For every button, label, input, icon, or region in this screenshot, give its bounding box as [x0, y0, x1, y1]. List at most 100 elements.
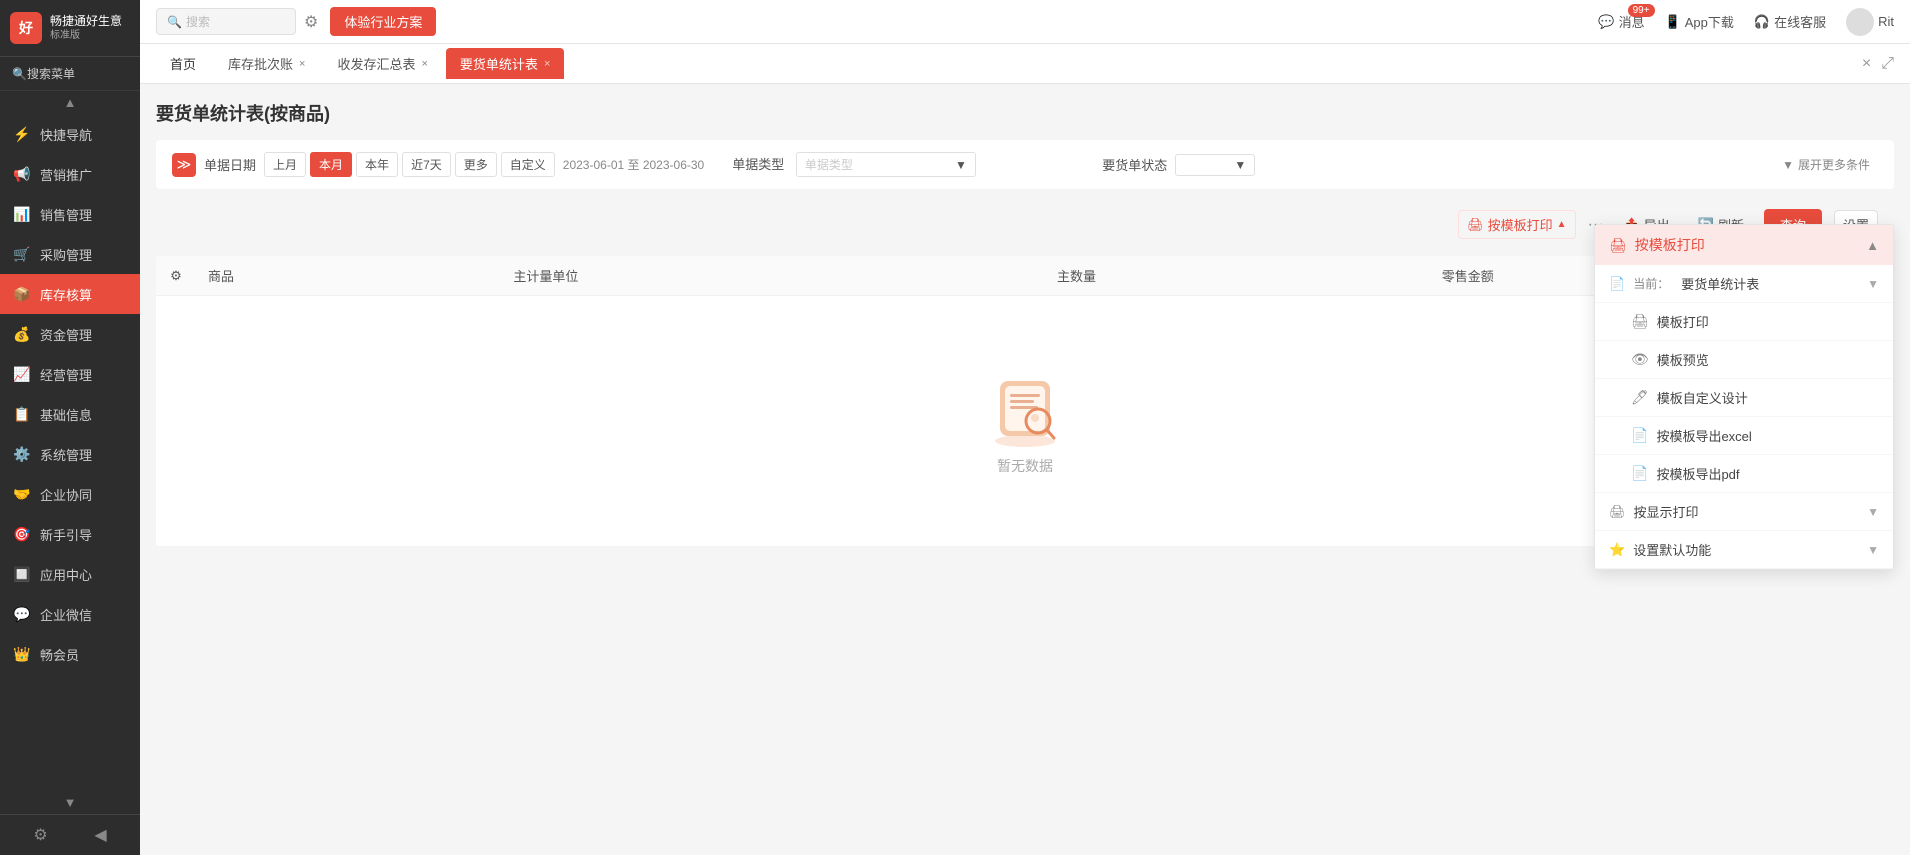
- print-chevron-icon: ▲: [1557, 219, 1567, 230]
- scroll-up-btn[interactable]: ▲: [0, 91, 140, 114]
- topbar-search[interactable]: 🔍 搜索: [156, 8, 296, 35]
- footer-collapse-btn[interactable]: ◀: [94, 825, 106, 845]
- sidebar-item-purchase[interactable]: 🛒 采购管理: [0, 234, 140, 274]
- window-resize-btn[interactable]: ⤢: [1881, 55, 1894, 73]
- message-btn[interactable]: 💬 消息 99+: [1598, 12, 1644, 31]
- member-icon: 👑: [12, 644, 32, 664]
- system-icon: ⚙️: [12, 444, 32, 464]
- sidebar-item-marketing[interactable]: 📢 营销推广: [0, 154, 140, 194]
- date-btn-7days[interactable]: 近7天: [402, 152, 451, 177]
- tab-inventory-batch[interactable]: 库存批次账 ×: [214, 48, 319, 79]
- date-btn-this-month[interactable]: 本月: [310, 152, 352, 177]
- app-icon: 📱: [1665, 14, 1681, 30]
- date-btn-last-month[interactable]: 上月: [264, 152, 306, 177]
- order-status-label: 要货单状态: [1102, 155, 1167, 174]
- expand-conditions-btn[interactable]: ▼ 展开更多条件: [1774, 153, 1878, 176]
- dropdown-item-template-preview[interactable]: 👁 模板预览: [1595, 341, 1893, 379]
- sidebar-item-guide[interactable]: 🎯 新手引导: [0, 514, 140, 554]
- template-print-icon: 🖨: [1631, 313, 1649, 330]
- finance-icon: 💰: [12, 324, 32, 344]
- tab-collect-summary[interactable]: 收发存汇总表 ×: [323, 48, 441, 79]
- order-status-chevron: ▼: [1234, 158, 1246, 172]
- current-template-chevron: ▼: [1867, 277, 1879, 291]
- dropdown-up-chevron[interactable]: ▲: [1866, 238, 1879, 253]
- tab-order-stats-close[interactable]: ×: [544, 58, 550, 70]
- empty-text: 暂无数据: [997, 456, 1053, 476]
- date-btn-more[interactable]: 更多: [455, 152, 497, 177]
- current-template-item[interactable]: 📄 当前： 要货单统计表 ▼: [1595, 265, 1893, 303]
- sidebar-item-basic[interactable]: 📋 基础信息: [0, 394, 140, 434]
- tab-inventory-batch-close[interactable]: ×: [299, 58, 305, 70]
- date-buttons: 上月 本月 本年 近7天 更多 自定义 2023-06-01 至 2023-06…: [264, 152, 704, 177]
- avatar-img: [1846, 8, 1874, 36]
- window-close-btn[interactable]: ×: [1862, 55, 1871, 73]
- sidebar-footer: ⚙ ◀: [0, 814, 140, 855]
- dropdown-section-display-print[interactable]: 🖨 按显示打印 ▼: [1595, 493, 1893, 531]
- dropdown-print-icon: 🖨: [1609, 237, 1627, 254]
- tab-order-stats[interactable]: 要货单统计表 ×: [446, 48, 564, 79]
- basic-icon: 📋: [12, 404, 32, 424]
- logo-icon: 好: [10, 12, 42, 44]
- date-btn-this-year[interactable]: 本年: [356, 152, 398, 177]
- filter-bar: ≫ 单据日期 上月 本月 本年 近7天 更多 自定义 2023-06-01 至 …: [156, 140, 1894, 189]
- tab-collect-summary-close[interactable]: ×: [421, 58, 427, 70]
- sidebar-item-member[interactable]: 👑 畅会员: [0, 634, 140, 674]
- sidebar-item-quick-nav[interactable]: ⚡ 快捷导航: [0, 114, 140, 154]
- scroll-down-btn[interactable]: ▼: [0, 791, 140, 814]
- dropdown-item-template-design[interactable]: 🖊 模板自定义设计: [1595, 379, 1893, 417]
- sidebar-item-apps[interactable]: 🔲 应用中心: [0, 554, 140, 594]
- collab-icon: 🤝: [12, 484, 32, 504]
- inventory-icon: 📦: [12, 284, 32, 304]
- col-goods: 商品: [196, 256, 501, 296]
- dropdown-item-template-print[interactable]: 🖨 模板打印: [1595, 303, 1893, 341]
- search-icon: 🔍: [12, 67, 27, 81]
- order-type-select[interactable]: 单据类型 ▼: [796, 152, 976, 177]
- sidebar-item-sales[interactable]: 📊 销售管理: [0, 194, 140, 234]
- filter-toggle-btn[interactable]: ≫: [172, 153, 196, 177]
- dropdown-item-template-export-pdf[interactable]: 📄 按模板导出pdf: [1595, 455, 1893, 493]
- display-print-chevron: ▼: [1867, 505, 1879, 519]
- print-btn[interactable]: 🖨 按模板打印 ▲: [1458, 210, 1575, 239]
- expand-icon: ▼: [1782, 158, 1794, 172]
- marketing-icon: 📢: [12, 164, 32, 184]
- app-download-btn[interactable]: 📱 App下载: [1665, 12, 1734, 31]
- online-service-btn[interactable]: 🎧 在线客服: [1754, 12, 1826, 31]
- sidebar-item-collab[interactable]: 🤝 企业协同: [0, 474, 140, 514]
- sidebar-menu: ⚡ 快捷导航 📢 营销推广 📊 销售管理 🛒 采购管理 📦 库存核算 💰 资金管…: [0, 114, 140, 791]
- dropdown-title-area: 🖨 按模板打印: [1609, 235, 1705, 255]
- user-avatar[interactable]: Rit: [1846, 8, 1894, 36]
- operation-icon: 📈: [12, 364, 32, 384]
- sidebar-item-inventory[interactable]: 📦 库存核算: [0, 274, 140, 314]
- order-status-select[interactable]: ▼: [1175, 154, 1255, 176]
- export-excel-icon: 📄: [1631, 427, 1648, 444]
- wechat-icon: 💬: [12, 604, 32, 624]
- sidebar-item-operation[interactable]: 📈 经营管理: [0, 354, 140, 394]
- trial-button[interactable]: 体验行业方案: [330, 7, 436, 36]
- topbar-right: 💬 消息 99+ 📱 App下载 🎧 在线客服 Rit: [1598, 8, 1894, 36]
- sidebar-item-finance[interactable]: 💰 资金管理: [0, 314, 140, 354]
- export-pdf-icon: 📄: [1631, 465, 1648, 482]
- main-area: 🔍 搜索 ⚙ 体验行业方案 💬 消息 99+ 📱 App下载 🎧 在线客服 Ri…: [140, 0, 1910, 855]
- footer-settings-btn[interactable]: ⚙: [33, 825, 47, 845]
- page-title: 要货单统计表(按商品): [156, 100, 1894, 126]
- date-btn-custom[interactable]: 自定义: [501, 152, 555, 177]
- sidebar-item-system[interactable]: ⚙️ 系统管理: [0, 434, 140, 474]
- dropdown-section-set-default[interactable]: ⭐ 设置默认功能 ▼: [1595, 531, 1893, 569]
- purchase-icon: 🛒: [12, 244, 32, 264]
- template-preview-icon: 👁: [1631, 351, 1649, 368]
- topbar-search-icon: 🔍: [167, 15, 182, 29]
- content-area: 要货单统计表(按商品) ≫ 单据日期 上月 本月 本年 近7天 更多 自定义 2…: [140, 84, 1910, 855]
- sidebar-item-wechat[interactable]: 💬 企业微信: [0, 594, 140, 634]
- service-icon: 🎧: [1754, 14, 1770, 30]
- order-type-label: 单据类型: [732, 157, 784, 172]
- order-type-chevron: ▼: [955, 158, 967, 172]
- logo-area: 好 畅捷通好生意 标准版: [0, 0, 140, 57]
- date-range-display: 2023-06-01 至 2023-06-30: [563, 156, 704, 173]
- apps-icon: 🔲: [12, 564, 32, 584]
- logo-text: 畅捷通好生意 标准版: [50, 14, 122, 43]
- tab-home[interactable]: 首页: [156, 48, 210, 79]
- col-settings[interactable]: ⚙: [156, 256, 196, 296]
- topbar-gear-icon[interactable]: ⚙: [304, 12, 318, 32]
- dropdown-item-template-export-excel[interactable]: 📄 按模板导出excel: [1595, 417, 1893, 455]
- sidebar-search[interactable]: 🔍 搜索菜单: [0, 57, 140, 91]
